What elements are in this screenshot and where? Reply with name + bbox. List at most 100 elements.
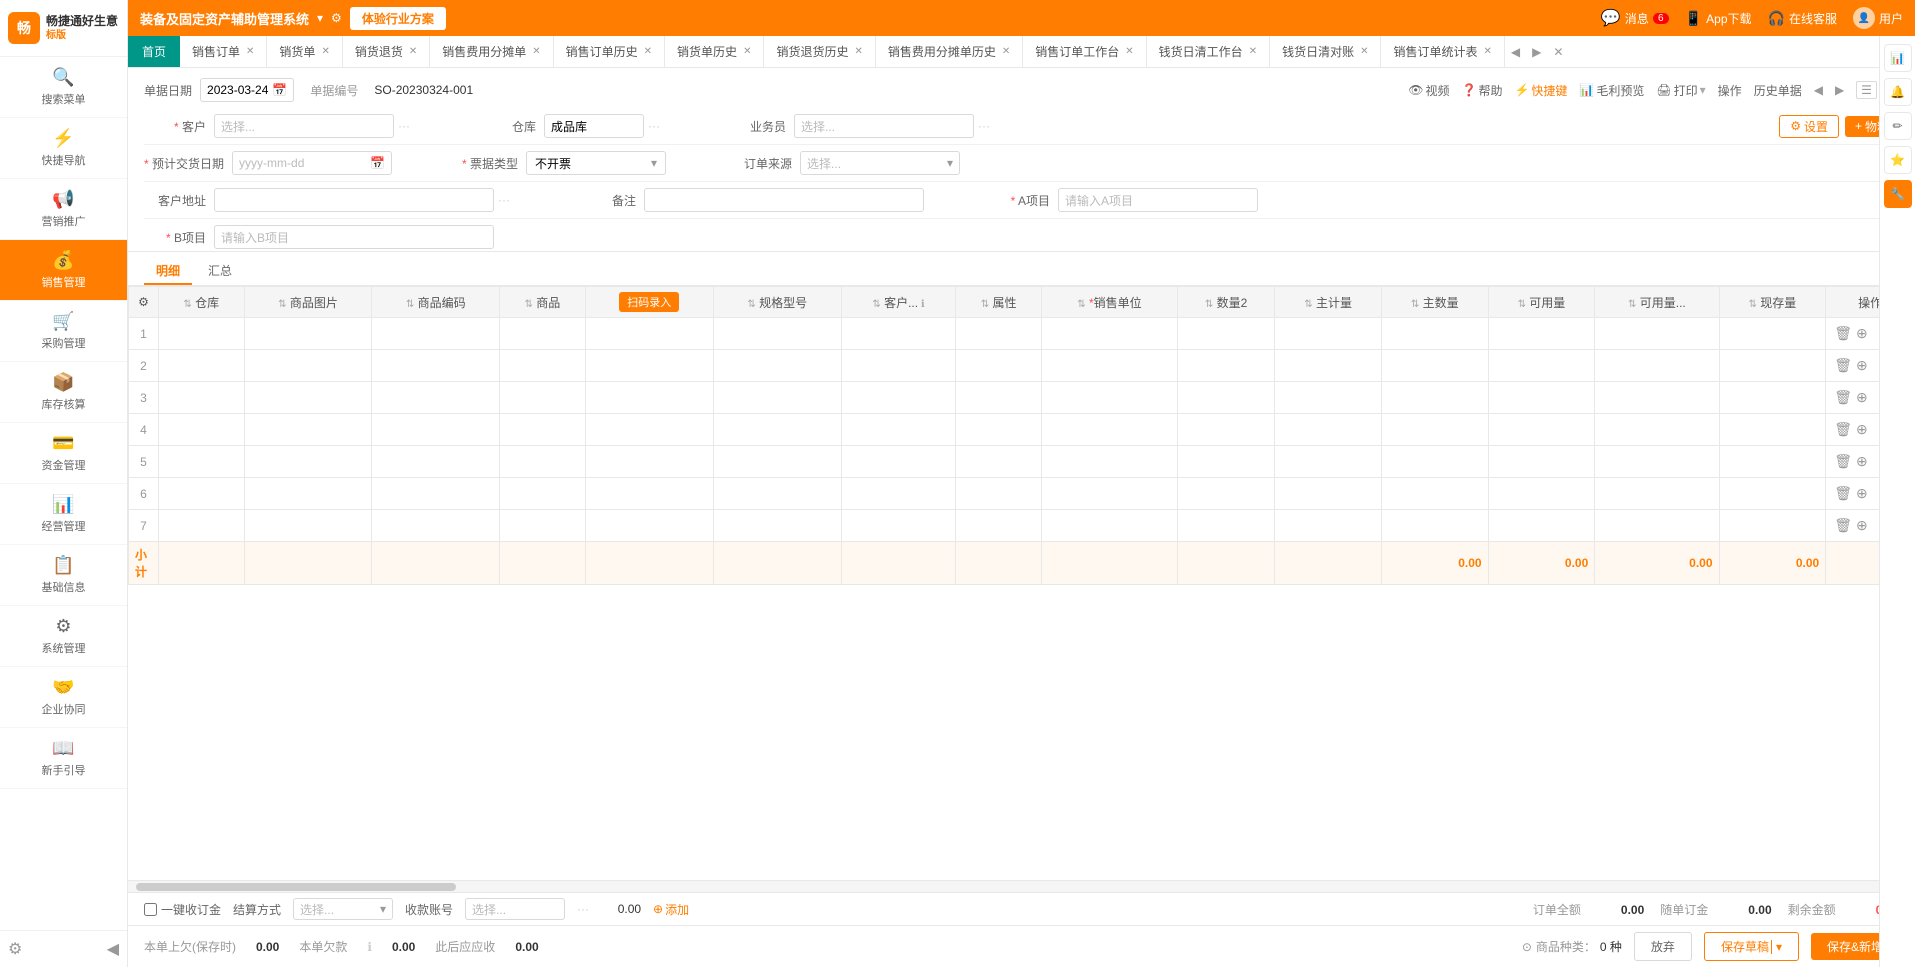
col-header-available2[interactable]: ⇅ 可用量... — [1595, 287, 1719, 318]
message-btn[interactable]: 💬 消息 6 — [1601, 8, 1669, 28]
sort-icon-product[interactable]: ⇅ — [525, 299, 533, 310]
b-project-input[interactable]: 请输入B项目 — [214, 225, 494, 249]
sidebar-item-5[interactable]: 📦库存核算 — [0, 362, 127, 423]
tab-close-1[interactable]: ✕ — [246, 46, 254, 57]
sort-icon-available[interactable]: ⇅ — [1518, 299, 1526, 310]
receipt-account-select[interactable]: 选择... — [465, 898, 565, 920]
sidebar-item-1[interactable]: ⚡快捷导航 — [0, 118, 127, 179]
nav-next-icon[interactable]: ▶ — [1835, 83, 1844, 97]
tab-item-5[interactable]: 销售订单历史✕ — [554, 36, 665, 68]
tab-item-11[interactable]: 钱货日清对账✕ — [1270, 36, 1381, 68]
sidebar-item-2[interactable]: 📢营销推广 — [0, 179, 127, 240]
salesperson-more-icon[interactable]: ··· — [978, 119, 990, 133]
tab-prev-btn[interactable]: ◀ — [1505, 36, 1526, 68]
sort-icon-spec[interactable]: ⇅ — [747, 299, 755, 310]
discard-button[interactable]: 放弃 — [1634, 932, 1692, 961]
right-panel-btn-5[interactable]: 🔧 — [1884, 180, 1912, 208]
tab-close-10[interactable]: ✕ — [1249, 46, 1257, 57]
row-delete-icon[interactable]: 🗑 — [1834, 453, 1852, 469]
sidebar-item-7[interactable]: 📊经营管理 — [0, 484, 127, 545]
tab-close-8[interactable]: ✕ — [1002, 46, 1010, 57]
row-copy-icon[interactable]: ⊕ — [1856, 517, 1868, 533]
cell-settings-6[interactable]: 6 — [129, 478, 159, 510]
sort-icon-main_qty[interactable]: ⇅ — [1411, 299, 1419, 310]
sort-icon-code[interactable]: ⇅ — [406, 299, 414, 310]
row-copy-icon[interactable]: ⊕ — [1856, 357, 1868, 373]
tab-close-7[interactable]: ✕ — [854, 46, 862, 57]
tab-item-2[interactable]: 销货单✕ — [267, 36, 342, 68]
print-btn[interactable]: 🖨 打印 ▾ — [1656, 82, 1705, 99]
settings-gear-icon[interactable]: ⚙ — [331, 11, 342, 25]
tab-item-6[interactable]: 销货单历史✕ — [665, 36, 764, 68]
remark-input[interactable] — [644, 188, 924, 212]
cell-settings-2[interactable]: 2 — [129, 350, 159, 382]
one-click-checkout-checkbox[interactable]: 一键收订金 — [144, 901, 221, 918]
tab-close-3[interactable]: ✕ — [409, 46, 417, 57]
tab-item-7[interactable]: 销货退货历史✕ — [764, 36, 875, 68]
tab-item-9[interactable]: 销售订单工作台✕ — [1023, 36, 1146, 68]
save-draft-button[interactable]: 保存草稿 ▾ — [1704, 932, 1799, 961]
tab-item-10[interactable]: 钱货日清工作台✕ — [1147, 36, 1270, 68]
customer-address-input[interactable] — [214, 188, 494, 212]
sort-icon-image[interactable]: ⇅ — [278, 299, 286, 310]
settings-button[interactable]: ⚙ 设置 — [1779, 115, 1839, 138]
col-header-customer_code[interactable]: ⇅ 客户... ℹ — [841, 287, 956, 318]
row-delete-icon[interactable]: 🗑 — [1834, 325, 1852, 341]
row-delete-icon[interactable]: 🗑 — [1834, 389, 1852, 405]
settlement-select[interactable]: 选择... ▾ — [293, 898, 393, 920]
sort-icon-available2[interactable]: ⇅ — [1628, 299, 1636, 310]
tab-next-btn[interactable]: ▶ — [1526, 36, 1547, 68]
system-dropdown-icon[interactable]: ▾ — [317, 11, 323, 25]
settings-icon[interactable]: ⚙ — [8, 939, 22, 959]
sidebar-item-10[interactable]: 🤝企业协同 — [0, 667, 127, 728]
sort-icon-warehouse[interactable]: ⇅ — [183, 299, 191, 310]
user-avatar-btn[interactable]: 👤 用户 — [1853, 7, 1903, 29]
tab-close-11[interactable]: ✕ — [1360, 46, 1368, 57]
date-field[interactable]: 2023-03-24 📅 — [200, 78, 294, 102]
col-header-warehouse[interactable]: ⇅ 仓库 — [159, 287, 245, 318]
cell-settings-4[interactable]: 4 — [129, 414, 159, 446]
cell-settings-1[interactable]: 1 — [129, 318, 159, 350]
col-info-icon-customer[interactable]: ℹ — [918, 299, 925, 310]
tab-close-all-btn[interactable]: ✕ — [1547, 36, 1569, 68]
scroll-bar[interactable] — [128, 880, 1915, 892]
tab-close-4[interactable]: ✕ — [532, 46, 540, 57]
receipt-more-icon[interactable]: ··· — [577, 902, 589, 916]
app-download-btn[interactable]: 📱 App下载 — [1685, 10, 1752, 27]
col-header-main_qty[interactable]: ⇅ 主数量 — [1381, 287, 1488, 318]
history-btn[interactable]: 历史单据 — [1754, 82, 1802, 99]
tab-item-3[interactable]: 销货退货✕ — [343, 36, 430, 68]
row-delete-icon[interactable]: 🗑 — [1834, 517, 1852, 533]
row-copy-icon[interactable]: ⊕ — [1856, 453, 1868, 469]
sort-icon-unit[interactable]: ⇅ — [1077, 299, 1085, 310]
current-debt-icon[interactable]: ℹ — [367, 940, 372, 954]
cell-settings-3[interactable]: 3 — [129, 382, 159, 414]
delivery-date-input[interactable]: yyyy-mm-dd 📅 — [232, 151, 392, 175]
sidebar-item-8[interactable]: 📋基础信息 — [0, 545, 127, 606]
add-receipt-btn[interactable]: ⊕ 添加 — [653, 901, 689, 918]
address-more-icon[interactable]: ··· — [498, 193, 510, 207]
tab-close-2[interactable]: ✕ — [321, 46, 329, 57]
tab-item-1[interactable]: 销售订单✕ — [180, 36, 267, 68]
list-view-icon[interactable]: ☰ — [1856, 81, 1877, 99]
sidebar-item-0[interactable]: 🔍搜索菜单 — [0, 57, 127, 118]
scan-btn[interactable]: 扫码录入 — [619, 292, 679, 312]
cell-settings-5[interactable]: 5 — [129, 446, 159, 478]
row-copy-icon[interactable]: ⊕ — [1856, 325, 1868, 341]
sort-icon-qty2[interactable]: ⇅ — [1205, 299, 1213, 310]
col-header-product[interactable]: ⇅ 商品 — [500, 287, 586, 318]
operations-btn[interactable]: 操作 — [1718, 82, 1742, 99]
checkout-checkbox-input[interactable] — [144, 903, 157, 916]
warehouse-more-icon[interactable]: ··· — [648, 119, 660, 133]
col-header-attributes[interactable]: ⇅ 属性 — [956, 287, 1042, 318]
invoice-type-select[interactable]: 不开票 ▾ — [526, 151, 666, 175]
sort-icon-attributes[interactable]: ⇅ — [981, 299, 989, 310]
col-header-scan[interactable]: 扫码录入 — [585, 287, 713, 318]
customer-more-icon[interactable]: ··· — [398, 119, 410, 133]
row-copy-icon[interactable]: ⊕ — [1856, 421, 1868, 437]
shortcut-btn[interactable]: ⚡ 快捷键 — [1514, 82, 1567, 99]
right-panel-btn-2[interactable]: 🔔 — [1884, 78, 1912, 106]
nav-prev-icon[interactable]: ◀ — [1814, 83, 1823, 97]
sidebar-item-11[interactable]: 📖新手引导 — [0, 728, 127, 789]
cell-settings-7[interactable]: 7 — [129, 510, 159, 542]
